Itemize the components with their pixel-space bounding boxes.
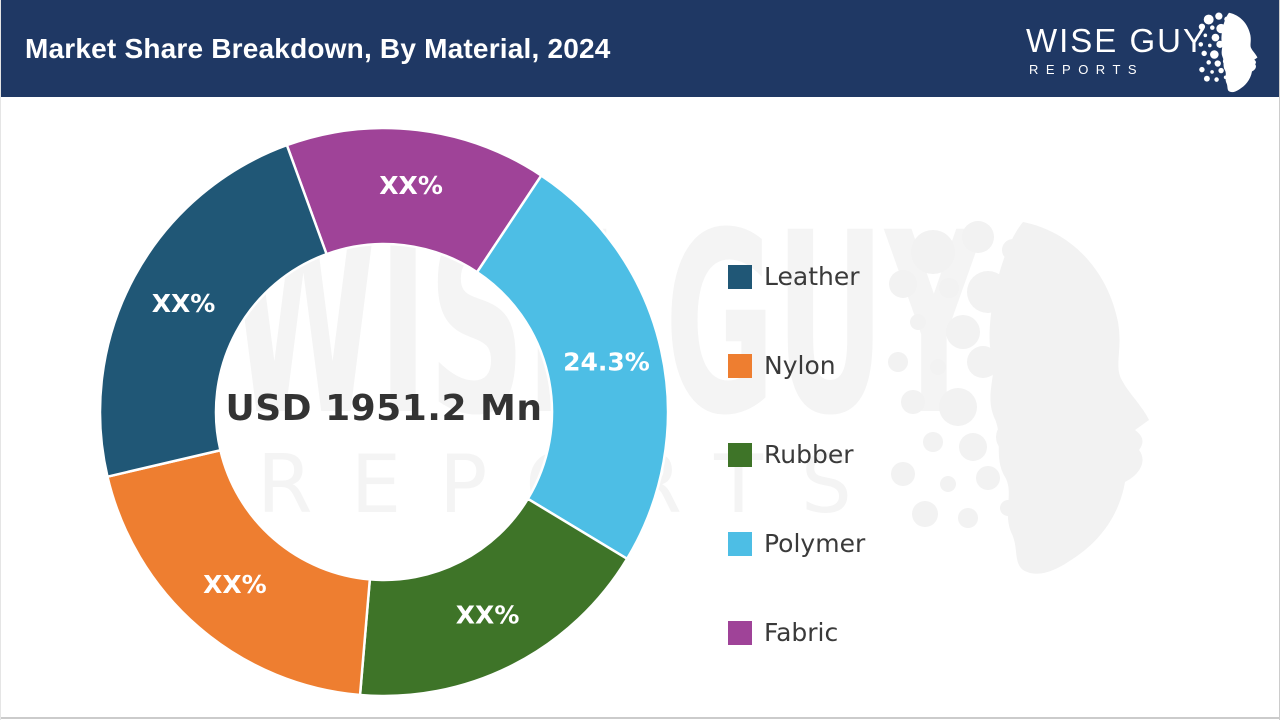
segment-label-leather: XX% (152, 289, 216, 318)
legend-item-polymer: Polymer (728, 529, 865, 559)
segment-label-nylon: XX% (203, 570, 267, 599)
segment-label-rubber: XX% (456, 601, 520, 630)
legend-item-fabric: Fabric (728, 618, 865, 648)
logo-wordmark: WISE GUY (1025, 22, 1207, 59)
legend-label-fabric: Fabric (764, 618, 839, 647)
legend: Leather Nylon Rubber Polymer Fabric (728, 262, 865, 707)
logo-text: WISE GUY REPORTS (1025, 22, 1207, 78)
legend-item-nylon: Nylon (728, 351, 865, 381)
legend-item-leather: Leather (728, 262, 865, 292)
legend-swatch-fabric (728, 621, 752, 645)
legend-swatch-leather (728, 265, 752, 289)
donut-chart: XX% 24.3% XX% XX% XX% (98, 126, 670, 698)
legend-label-nylon: Nylon (764, 351, 836, 380)
legend-swatch-polymer (728, 532, 752, 556)
infographic-frame: Market Share Breakdown, By Material, 202… (0, 0, 1280, 720)
bottom-divider (1, 717, 1279, 719)
segment-label-polymer: 24.3% (563, 348, 650, 377)
legend-label-leather: Leather (764, 262, 860, 291)
legend-label-polymer: Polymer (764, 529, 866, 558)
legend-item-rubber: Rubber (728, 440, 865, 470)
legend-label-rubber: Rubber (764, 440, 854, 469)
legend-swatch-rubber (728, 443, 752, 467)
segment-label-fabric: XX% (379, 171, 443, 200)
logo-subtitle: REPORTS (1028, 62, 1145, 77)
legend-swatch-nylon (728, 354, 752, 378)
center-value: USD 1951.2 Mn (225, 388, 543, 429)
